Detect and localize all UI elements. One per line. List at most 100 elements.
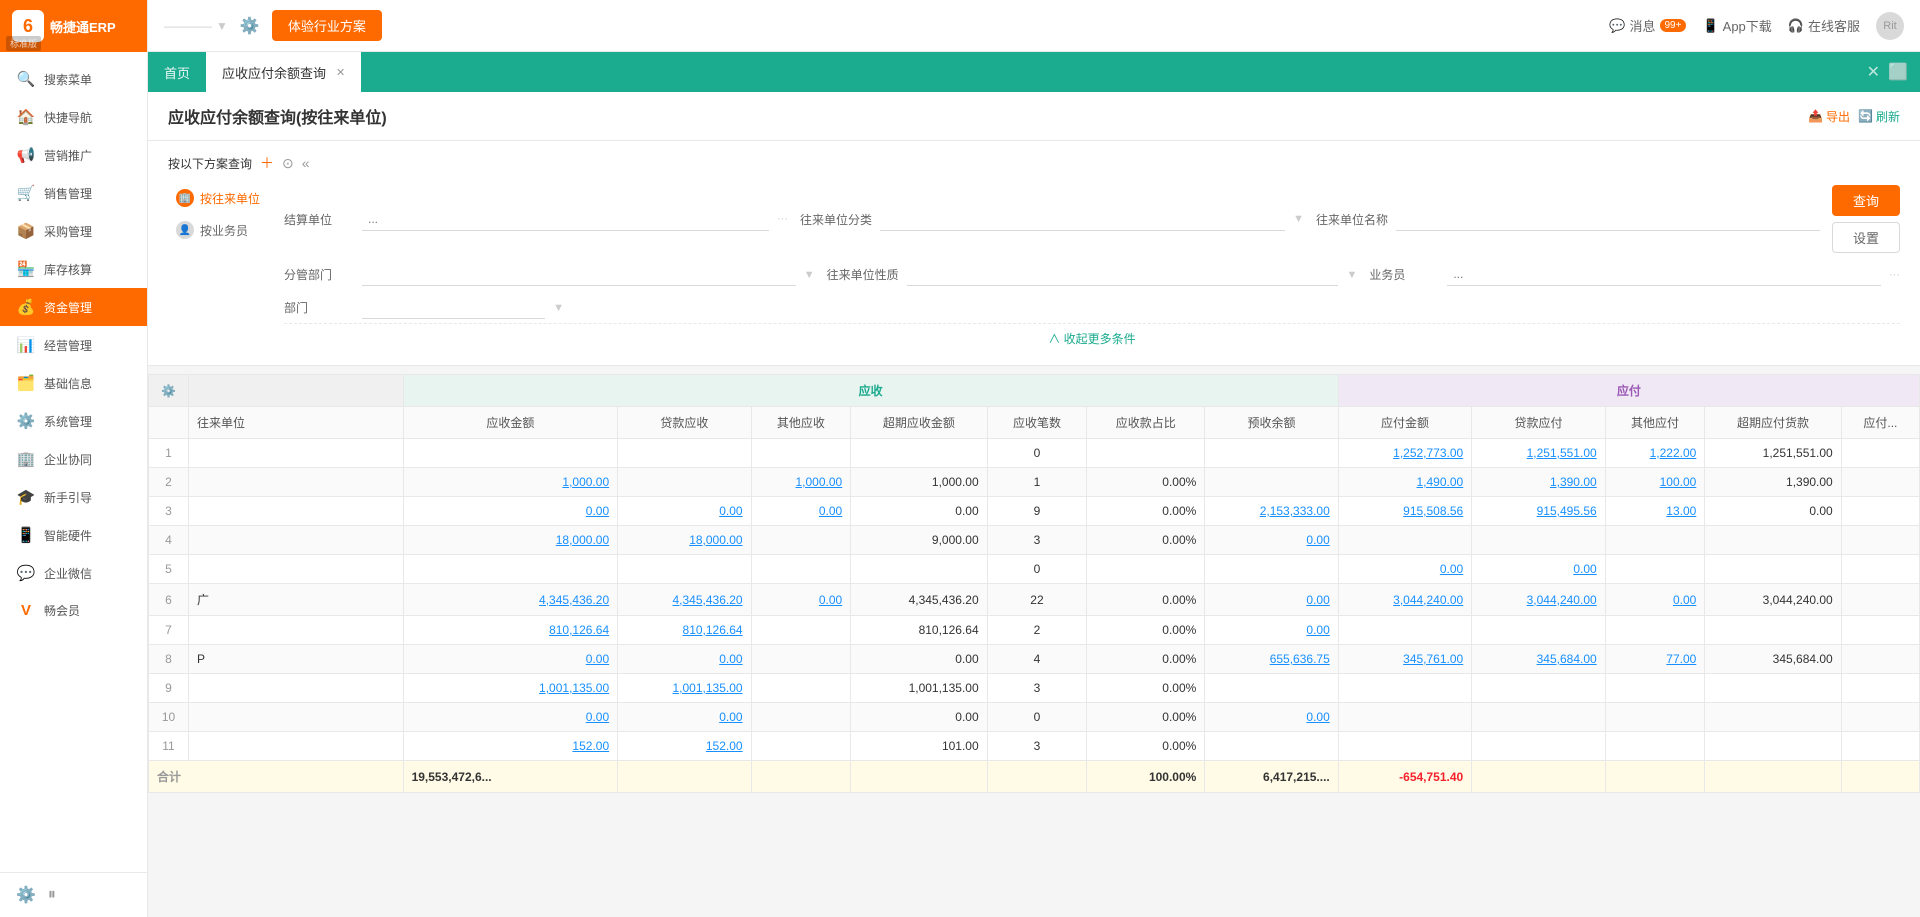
table-cell[interactable]: 2,153,333.00 [1205, 497, 1338, 526]
dept-input[interactable] [362, 263, 796, 286]
sidebar-item-purchase[interactable]: 📦 采购管理 [0, 212, 147, 250]
dept-dropdown-icon[interactable]: ▼ [804, 269, 815, 281]
sidebar-item-hardware[interactable]: 📱 智能硬件 [0, 516, 147, 554]
sidebar-item-guide[interactable]: 🎓 新手引导 [0, 478, 147, 516]
collapse-scheme-button[interactable]: « [302, 155, 310, 171]
cell-link[interactable]: 655,636.75 [1270, 652, 1330, 666]
table-cell[interactable]: 1,251,551.00 [1472, 439, 1605, 468]
table-cell[interactable]: 0.00 [1472, 555, 1605, 584]
cell-link[interactable]: 0.00 [819, 593, 842, 607]
subdept-input[interactable] [362, 296, 545, 319]
table-cell[interactable]: 4,345,436.20 [403, 584, 618, 616]
cell-link[interactable]: 915,495.56 [1537, 504, 1597, 518]
cell-link[interactable]: 345,684.00 [1537, 652, 1597, 666]
sidebar-item-marketing[interactable]: 📢 营销推广 [0, 136, 147, 174]
cell-link[interactable]: 1,000.00 [562, 475, 609, 489]
sidebar-item-inventory[interactable]: 🏪 库存核算 [0, 250, 147, 288]
table-cell[interactable]: 1,222.00 [1605, 439, 1705, 468]
cell-link[interactable]: 0.00 [586, 504, 609, 518]
table-cell[interactable]: 152.00 [618, 732, 751, 761]
table-cell[interactable]: 0.00 [618, 703, 751, 732]
cell-link[interactable]: 915,508.56 [1403, 504, 1463, 518]
tab-ar-query[interactable]: 应收应付余额查询 ✕ [206, 52, 361, 92]
scheme-by-partner[interactable]: 🏢 按往来单位 [168, 185, 268, 211]
tab-home[interactable]: 首页 [148, 52, 206, 92]
table-cell[interactable]: 152.00 [403, 732, 618, 761]
salesperson-select-icon[interactable]: ··· [1889, 269, 1900, 281]
cell-link[interactable]: 1,001,135.00 [673, 681, 743, 695]
cell-link[interactable]: 0.00 [719, 652, 742, 666]
cell-link[interactable]: 18,000.00 [689, 533, 742, 547]
table-cell[interactable]: 1,000.00 [403, 468, 618, 497]
subdept-dropdown-icon[interactable]: ▼ [553, 302, 564, 314]
sidebar-item-wechat[interactable]: 💬 企业微信 [0, 554, 147, 592]
cell-link[interactable]: 152.00 [572, 739, 609, 753]
sidebar-item-search[interactable]: 🔍 搜索菜单 [0, 60, 147, 98]
cell-link[interactable]: 1,000.00 [796, 475, 843, 489]
partner-name-input[interactable] [1396, 208, 1820, 231]
cell-link[interactable]: 13.00 [1666, 504, 1696, 518]
table-cell[interactable]: 18,000.00 [403, 526, 618, 555]
cell-link[interactable]: 0.00 [819, 504, 842, 518]
table-cell[interactable]: 915,495.56 [1472, 497, 1605, 526]
table-cell[interactable]: 810,126.64 [403, 616, 618, 645]
table-cell[interactable]: 0.00 [751, 497, 851, 526]
cell-link[interactable]: 810,126.64 [549, 623, 609, 637]
table-cell[interactable]: 18,000.00 [618, 526, 751, 555]
table-cell[interactable]: 345,684.00 [1472, 645, 1605, 674]
avatar[interactable]: Rit [1876, 12, 1904, 40]
cell-link[interactable]: 4,345,436.20 [539, 593, 609, 607]
sidebar-item-quicknav[interactable]: 🏠 快捷导航 [0, 98, 147, 136]
table-cell[interactable]: 1,252,773.00 [1338, 439, 1471, 468]
add-scheme-button[interactable]: ＋ [260, 153, 274, 173]
partner-nature-input[interactable] [907, 263, 1339, 286]
partner-category-dropdown-icon[interactable]: ▼ [1293, 213, 1304, 225]
salesperson-input[interactable] [1447, 263, 1881, 286]
cell-link[interactable]: 18,000.00 [556, 533, 609, 547]
cell-link[interactable]: 152.00 [706, 739, 743, 753]
table-cell[interactable]: 810,126.64 [618, 616, 751, 645]
sidebar-item-finance[interactable]: 💰 资金管理 [0, 288, 147, 326]
set-button[interactable]: 设置 [1832, 222, 1900, 253]
table-cell[interactable]: 0.00 [403, 497, 618, 526]
tab-close-icon[interactable]: ✕ [336, 66, 345, 79]
cell-link[interactable]: 77.00 [1666, 652, 1696, 666]
partner-category-input[interactable] [880, 208, 1285, 231]
sidebar-item-operation[interactable]: 📊 经营管理 [0, 326, 147, 364]
settings-icon[interactable]: ⚙️ [16, 885, 36, 905]
table-cell[interactable]: 915,508.56 [1338, 497, 1471, 526]
table-cell[interactable]: 0.00 [1338, 555, 1471, 584]
table-settings-icon[interactable]: ⚙️ [161, 384, 176, 398]
refresh-button[interactable]: 🔄 刷新 [1858, 108, 1900, 125]
cell-link[interactable]: 0.00 [719, 504, 742, 518]
cell-link[interactable]: 0.00 [1440, 562, 1463, 576]
sidebar-item-sales[interactable]: 🛒 销售管理 [0, 174, 147, 212]
sidebar-item-collab[interactable]: 🏢 企业协同 [0, 440, 147, 478]
table-cell[interactable]: 0.00 [1605, 584, 1705, 616]
cell-link[interactable]: 4,345,436.20 [673, 593, 743, 607]
table-cell[interactable]: 0.00 [1205, 526, 1338, 555]
table-cell[interactable]: 0.00 [1205, 703, 1338, 732]
scheme-by-salesperson[interactable]: 👤 按业务员 [168, 217, 268, 243]
table-cell[interactable]: 0.00 [1205, 616, 1338, 645]
cell-link[interactable]: 0.00 [1573, 562, 1596, 576]
cell-link[interactable]: 1,001,135.00 [539, 681, 609, 695]
tab-maximize-icon[interactable]: ⬜ [1888, 62, 1908, 82]
table-cell[interactable]: 4,345,436.20 [618, 584, 751, 616]
cell-link[interactable]: 0.00 [719, 710, 742, 724]
cell-link[interactable]: 1,490.00 [1417, 475, 1464, 489]
table-cell[interactable]: 1,001,135.00 [618, 674, 751, 703]
service-button[interactable]: 🎧 在线客服 [1788, 16, 1860, 35]
collapse-icon[interactable]: ⏸ [48, 886, 56, 904]
export-button[interactable]: 📤 导出 [1808, 108, 1850, 125]
settlement-unit-select-icon[interactable]: ··· [777, 213, 788, 225]
cell-link[interactable]: 100.00 [1660, 475, 1697, 489]
table-cell[interactable]: 77.00 [1605, 645, 1705, 674]
partner-nature-dropdown-icon[interactable]: ▼ [1346, 269, 1357, 281]
download-button[interactable]: 📱 App下载 [1702, 16, 1771, 35]
cell-link[interactable]: 3,044,240.00 [1393, 593, 1463, 607]
table-cell[interactable]: 0.00 [618, 497, 751, 526]
table-cell[interactable]: 0.00 [751, 584, 851, 616]
cell-link[interactable]: 0.00 [586, 652, 609, 666]
table-cell[interactable]: 13.00 [1605, 497, 1705, 526]
